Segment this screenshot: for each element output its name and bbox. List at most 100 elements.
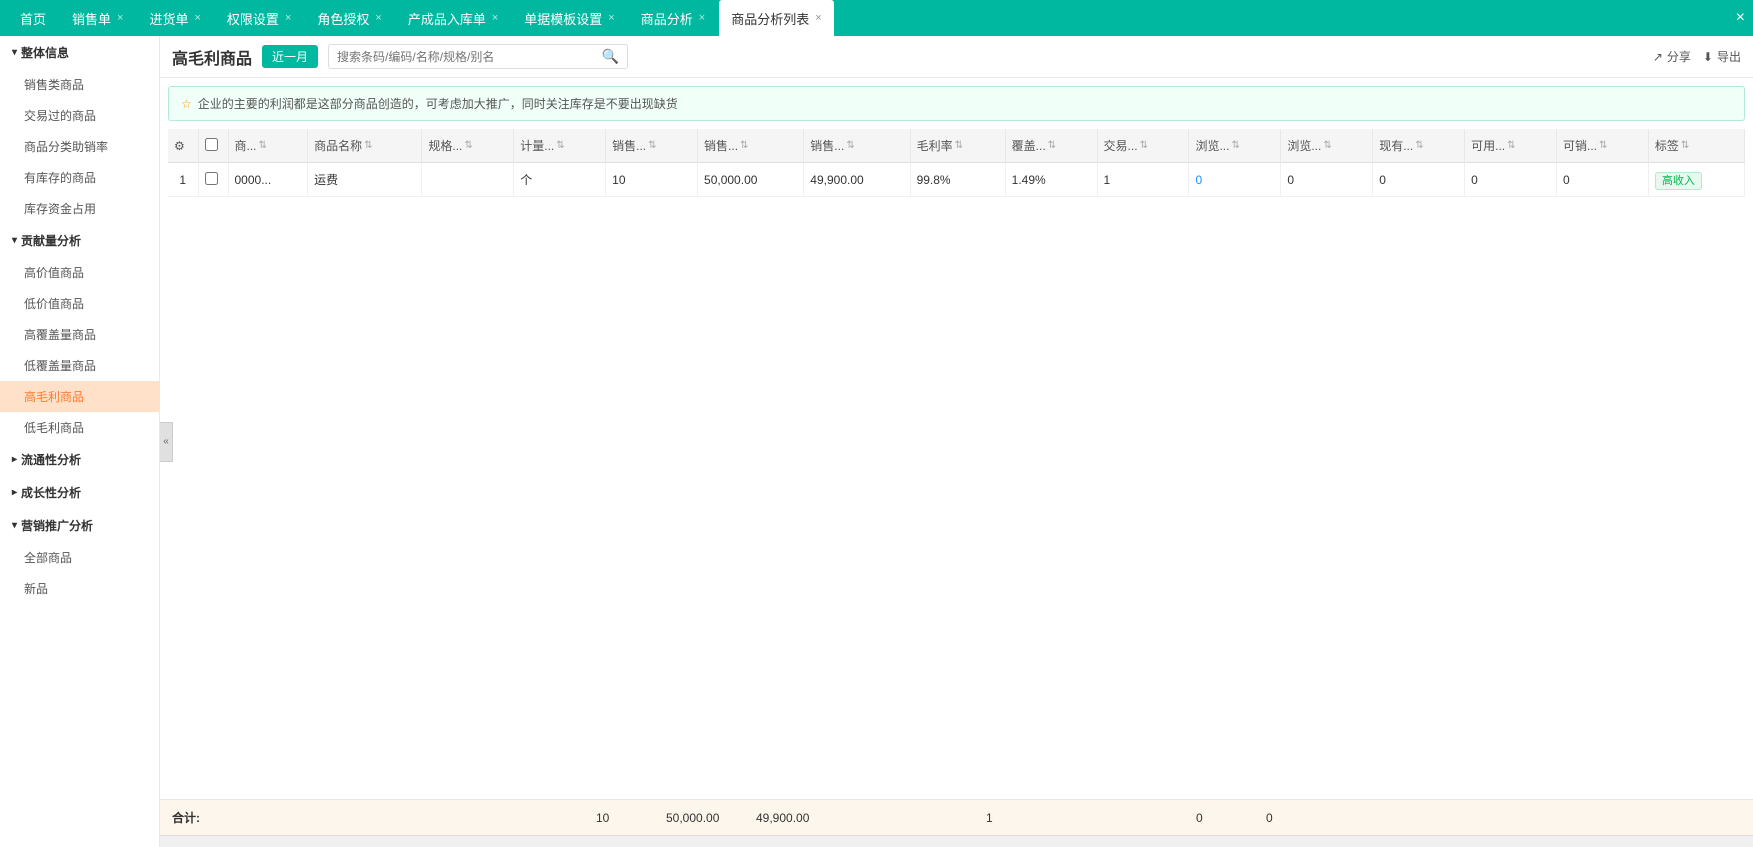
col-header-browse1[interactable]: 浏览...⇅ [1189,129,1281,163]
horizontal-scrollbar[interactable] [160,835,1753,847]
sort-icon-code[interactable]: ⇅ [259,140,267,151]
sidebar-item-1-5[interactable]: 低毛利商品 [0,412,159,443]
sort-icon-browse1[interactable]: ⇅ [1231,140,1239,151]
collapse-icon: « [163,436,169,447]
row-0-spec [422,163,514,197]
nav-close-icon-7[interactable]: × [699,12,705,24]
sort-icon-sales_qty[interactable]: ⇅ [648,140,656,151]
sort-icon-transactions[interactable]: ⇅ [1140,140,1148,151]
row-0-available_stock: 0 [1465,163,1557,197]
col-settings[interactable]: ⚙ [168,129,198,163]
export-button[interactable]: ⬇ 导出 [1703,48,1741,65]
sort-icon-available_stock[interactable]: ⇅ [1507,140,1515,151]
nav-close-icon-3[interactable]: × [285,12,291,24]
sort-icon-spec[interactable]: ⇅ [464,140,472,151]
col-label-tag: 标签 [1655,137,1679,154]
col-header-sales_profit[interactable]: 销售...⇅ [804,129,910,163]
close-all-tabs-icon[interactable]: × [1736,9,1745,27]
time-filter-button[interactable]: 近一月 [262,45,318,68]
nav-item-7[interactable]: 商品分析× [629,0,717,36]
nav-item-0[interactable]: 首页 [8,0,58,36]
sidebar-item-1-0[interactable]: 高价值商品 [0,257,159,288]
footer-cell-3 [530,811,590,825]
nav-close-icon-1[interactable]: × [117,12,123,24]
search-icon[interactable]: 🔍 [602,48,619,65]
nav-close-icon-8[interactable]: × [815,12,821,24]
nav-item-4[interactable]: 角色授权× [305,0,393,36]
sidebar-group-2[interactable]: ▸流通性分析 [0,443,159,476]
col-header-tag[interactable]: 标签⇅ [1648,129,1744,163]
nav-item-8[interactable]: 商品分析列表× [719,0,833,36]
header-actions: ↗ 分享 ⬇ 导出 [1653,48,1741,65]
sidebar-item-4-1[interactable]: 新品 [0,573,159,604]
row-select-0[interactable] [205,172,218,185]
nav-item-5[interactable]: 产成品入库单× [396,0,510,36]
tag-badge[interactable]: 高收入 [1655,172,1702,190]
nav-close-icon-6[interactable]: × [608,12,614,24]
sidebar-item-0-4[interactable]: 库存资金占用 [0,193,159,224]
sidebar-item-0-3[interactable]: 有库存的商品 [0,162,159,193]
sidebar-collapse-button[interactable]: « [160,422,173,462]
col-header-code[interactable]: 商...⇅ [228,129,308,163]
browse-link-0[interactable]: 0 [1195,173,1202,187]
row-0-tag: 高收入 [1648,163,1744,197]
col-header-coverage[interactable]: 覆盖...⇅ [1005,129,1097,163]
sidebar-item-1-1[interactable]: 低价值商品 [0,288,159,319]
sort-icon-gross_rate[interactable]: ⇅ [955,140,963,151]
sidebar-item-1-2[interactable]: 高覆盖量商品 [0,319,159,350]
col-header-sellable_stock[interactable]: 可销...⇅ [1557,129,1649,163]
sidebar-item-0-0[interactable]: 销售类商品 [0,69,159,100]
sidebar-item-1-4[interactable]: 高毛利商品 [0,381,159,412]
col-header-checkbox[interactable] [198,129,228,163]
sidebar-item-0-2[interactable]: 商品分类助销率 [0,131,159,162]
col-header-browse2[interactable]: 浏览...⇅ [1281,129,1373,163]
settings-icon[interactable]: ⚙ [174,139,185,153]
sort-icon-sales_amount[interactable]: ⇅ [740,140,748,151]
sidebar-group-arrow-0: ▾ [12,47,17,58]
sidebar-item-1-3[interactable]: 低覆盖量商品 [0,350,159,381]
sidebar-group-3[interactable]: ▸成长性分析 [0,476,159,509]
nav-item-1[interactable]: 销售单× [60,0,135,36]
table-container[interactable]: ⚙商...⇅商品名称⇅规格...⇅计量...⇅销售...⇅销售...⇅销售...… [168,129,1745,799]
sort-icon-tag[interactable]: ⇅ [1681,140,1689,151]
sort-icon-unit[interactable]: ⇅ [556,140,564,151]
share-button[interactable]: ↗ 分享 [1653,48,1691,65]
col-header-unit[interactable]: 计量...⇅ [514,129,606,163]
footer-cell-13: 0 [1260,811,1330,825]
row-checkbox-0[interactable] [198,163,228,197]
col-header-sales_qty[interactable]: 销售...⇅ [606,129,698,163]
col-header-name[interactable]: 商品名称⇅ [308,129,422,163]
share-label: 分享 [1667,48,1691,65]
select-all-checkbox[interactable] [205,138,218,151]
col-header-gross_rate[interactable]: 毛利率⇅ [910,129,1005,163]
sidebar-group-0[interactable]: ▾整体信息 [0,36,159,69]
sort-icon-current_stock[interactable]: ⇅ [1415,140,1423,151]
sidebar-group-1[interactable]: ▾贡献量分析 [0,224,159,257]
sort-icon-name[interactable]: ⇅ [364,140,372,151]
row-0-sales_qty: 10 [606,163,698,197]
sidebar-group-4[interactable]: ▾营销推广分析 [0,509,159,542]
col-header-spec[interactable]: 规格...⇅ [422,129,514,163]
sort-icon-sellable_stock[interactable]: ⇅ [1599,140,1607,151]
sort-icon-sales_profit[interactable]: ⇅ [846,140,854,151]
footer-cell-7 [840,811,910,825]
sort-icon-coverage[interactable]: ⇅ [1048,140,1056,151]
nav-item-6[interactable]: 单据模板设置× [512,0,626,36]
col-header-available_stock[interactable]: 可用...⇅ [1465,129,1557,163]
top-navigation: 首页销售单×进货单×权限设置×角色授权×产成品入库单×单据模板设置×商品分析×商… [0,0,1753,36]
col-label-code: 商... [235,137,257,154]
nav-item-3[interactable]: 权限设置× [215,0,303,36]
content-header: 高毛利商品 近一月 🔍 ↗ 分享 ⬇ 导出 [160,36,1753,78]
nav-close-icon-4[interactable]: × [375,12,381,24]
col-header-transactions[interactable]: 交易...⇅ [1097,129,1189,163]
nav-close-icon-5[interactable]: × [492,12,498,24]
nav-close-icon-2[interactable]: × [194,12,200,24]
nav-item-2[interactable]: 进货单× [137,0,212,36]
footer-cell-12: 0 [1190,811,1260,825]
col-header-sales_amount[interactable]: 销售...⇅ [698,129,804,163]
sidebar-item-0-1[interactable]: 交易过的商品 [0,100,159,131]
sort-icon-browse2[interactable]: ⇅ [1323,140,1331,151]
col-header-current_stock[interactable]: 现有...⇅ [1373,129,1465,163]
sidebar-item-4-0[interactable]: 全部商品 [0,542,159,573]
search-input[interactable] [337,50,602,64]
